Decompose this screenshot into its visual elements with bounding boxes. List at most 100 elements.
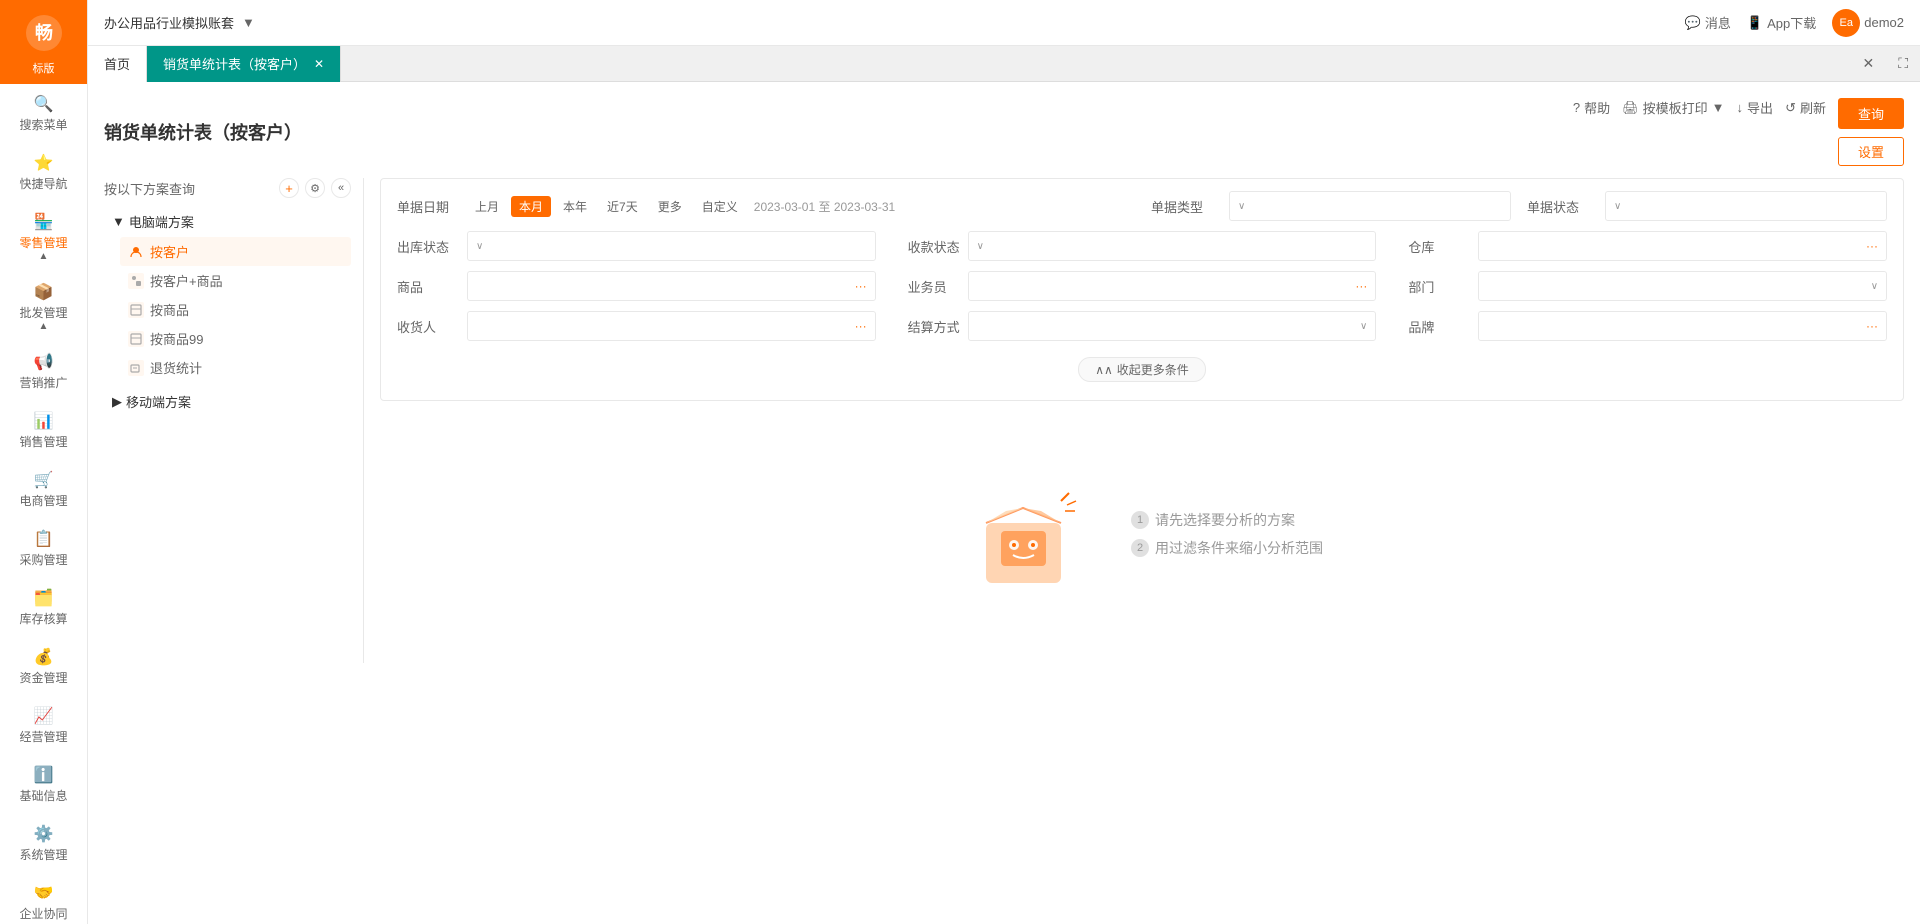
sidebar-item-retail[interactable]: 🏪 零售管理 ▲ bbox=[0, 202, 87, 272]
retail-icon: 🏪 bbox=[4, 212, 83, 232]
sidebar-item-purchase[interactable]: 📋 采购管理 bbox=[0, 519, 87, 578]
status-dropdown-icon: ∨ bbox=[1614, 201, 1621, 212]
content-layout: 按以下方案查询 + ⚙ « ▼ 电脑端方案 bbox=[104, 178, 1904, 663]
logo[interactable]: 畅 标版 bbox=[0, 0, 88, 84]
by-customer-goods-label: 按客户+商品 bbox=[150, 271, 223, 290]
empty-svg bbox=[961, 473, 1091, 603]
filter-row-1: 单据日期 上月 本月 本年 近7天 更多 自定义 2023-03-01 至 20… bbox=[397, 191, 1887, 221]
quick-nav-icon: ⭐ bbox=[4, 153, 83, 173]
messages-btn[interactable]: 💬 消息 bbox=[1685, 13, 1731, 32]
tree-children-desktop: 按客户 按客户+商品 按商品 bbox=[104, 237, 351, 382]
desktop-schemes-group[interactable]: ▼ 电脑端方案 bbox=[104, 206, 351, 237]
goods-field[interactable]: ··· bbox=[467, 271, 876, 301]
salesman-field[interactable]: ··· bbox=[968, 271, 1377, 301]
print-btn[interactable]: 🖨 按模板打印 ▼ bbox=[1622, 98, 1724, 117]
empty-tip-1: 1 请先选择要分析的方案 bbox=[1131, 510, 1323, 530]
dept-label: 部门 bbox=[1408, 277, 1478, 296]
sidebar-item-system[interactable]: ⚙️ 系统管理 bbox=[0, 814, 87, 873]
query-settings-btns: 查询 设置 bbox=[1838, 98, 1904, 166]
refresh-btn[interactable]: ↺ 刷新 bbox=[1785, 98, 1826, 117]
sidebar-label-inventory: 库存核算 bbox=[4, 610, 83, 627]
sidebar-label-marketing: 营销推广 bbox=[4, 374, 83, 391]
sidebar-label-basic: 基础信息 bbox=[4, 787, 83, 804]
query-button[interactable]: 查询 bbox=[1838, 98, 1904, 129]
collapse-btn[interactable]: ∧∧ 收起更多条件 bbox=[1078, 357, 1206, 382]
tree-item-by-customer[interactable]: 按客户 bbox=[120, 237, 351, 266]
user-avatar-area[interactable]: Ea demo2 bbox=[1832, 9, 1904, 37]
tab-close-icon[interactable]: ✕ bbox=[314, 57, 324, 71]
tip-text-1: 请先选择要分析的方案 bbox=[1155, 510, 1295, 530]
sidebar-item-sales[interactable]: 📊 销售管理 bbox=[0, 401, 87, 460]
tab-close-all-icon[interactable]: ✕ bbox=[1850, 55, 1886, 72]
sidebar-label-quick-nav: 快捷导航 bbox=[4, 175, 83, 192]
date-btn-last-month[interactable]: 上月 bbox=[467, 196, 507, 217]
tree-item-by-customer-goods[interactable]: 按客户+商品 bbox=[120, 266, 351, 295]
operations-icon: 📈 bbox=[4, 706, 83, 726]
filter-section: 单据日期 上月 本月 本年 近7天 更多 自定义 2023-03-01 至 20… bbox=[380, 178, 1904, 401]
status-field[interactable]: ∨ bbox=[1605, 191, 1887, 221]
tree-item-by-goods[interactable]: 按商品 bbox=[120, 295, 351, 324]
navbar-right: 💬 消息 📱 App下载 Ea demo2 bbox=[1685, 9, 1904, 37]
receiver-dots: ··· bbox=[855, 319, 867, 333]
brand-field[interactable]: ··· bbox=[1478, 311, 1887, 341]
purchase-icon: 📋 bbox=[4, 529, 83, 549]
mobile-schemes-group[interactable]: ▶ 移动端方案 bbox=[104, 386, 351, 417]
sidebar-item-marketing[interactable]: 📢 营销推广 bbox=[0, 342, 87, 401]
by-goods99-label: 按商品99 bbox=[150, 329, 203, 348]
by-goods-label: 按商品 bbox=[150, 300, 189, 319]
collapse-panel-btn[interactable]: « bbox=[331, 178, 351, 198]
pay-status-field[interactable]: ∨ bbox=[968, 231, 1377, 261]
date-btn-custom[interactable]: 自定义 bbox=[694, 196, 746, 217]
receiver-label: 收货人 bbox=[397, 317, 467, 336]
left-panel-title-text: 按以下方案查询 bbox=[104, 179, 195, 198]
settings-button[interactable]: 设置 bbox=[1838, 137, 1904, 166]
app-download-btn[interactable]: 📱 App下载 bbox=[1747, 13, 1816, 32]
sidebar-label-search-menu: 搜索菜单 bbox=[4, 116, 83, 133]
type-field[interactable]: ∨ bbox=[1229, 191, 1511, 221]
receiver-field[interactable]: ··· bbox=[467, 311, 876, 341]
date-btn-7days[interactable]: 近7天 bbox=[599, 196, 646, 217]
date-btn-this-year[interactable]: 本年 bbox=[555, 196, 595, 217]
sidebar-item-quick-nav[interactable]: ⭐ 快捷导航 bbox=[0, 143, 87, 202]
type-filter-cell: 单据类型 ∨ bbox=[1151, 191, 1511, 221]
sidebar-item-finance[interactable]: 💰 资金管理 bbox=[0, 637, 87, 696]
warehouse-field[interactable]: ··· bbox=[1478, 231, 1887, 261]
help-btn[interactable]: ? 帮助 bbox=[1573, 98, 1610, 117]
tab-home[interactable]: 首页 bbox=[88, 46, 147, 82]
empty-state: 1 请先选择要分析的方案 2 用过滤条件来缩小分析范围 bbox=[961, 473, 1323, 603]
sidebar-item-search-menu[interactable]: 🔍 搜索菜单 bbox=[0, 84, 87, 143]
tab-sales-stats[interactable]: 销货单统计表（按客户） ✕ bbox=[147, 46, 341, 82]
tree-item-return-stats[interactable]: 退货统计 bbox=[120, 353, 351, 382]
export-btn[interactable]: ↓ 导出 bbox=[1737, 98, 1774, 117]
collapse-up-icon: ∧∧ bbox=[1095, 363, 1113, 377]
out-status-field[interactable]: ∨ bbox=[467, 231, 876, 261]
help-icon: ? bbox=[1573, 100, 1580, 115]
tree-item-by-goods99[interactable]: 按商品99 bbox=[120, 324, 351, 353]
page-title-row: 销货单统计表（按客户） ? 帮助 🖨 按模板打印 ▼ ↓ 导出 bbox=[104, 98, 1904, 166]
system-icon: ⚙️ bbox=[4, 824, 83, 844]
date-btn-this-month[interactable]: 本月 bbox=[511, 196, 551, 217]
sidebar-item-operations[interactable]: 📈 经营管理 bbox=[0, 696, 87, 755]
payment-field[interactable]: ∨ bbox=[968, 311, 1377, 341]
tab-sales-stats-label: 销货单统计表（按客户） bbox=[163, 54, 306, 73]
sidebar-item-wholesale[interactable]: 📦 批发管理 ▲ bbox=[0, 272, 87, 342]
navbar-dropdown-icon[interactable]: ▼ bbox=[242, 15, 255, 30]
app-label: App下载 bbox=[1767, 13, 1816, 32]
dept-field[interactable]: ∨ bbox=[1478, 271, 1887, 301]
collapse-row: ∧∧ 收起更多条件 bbox=[397, 351, 1887, 388]
tabbar-right: ✕ ⛶ bbox=[1850, 55, 1920, 72]
sidebar-item-inventory[interactable]: 🗂️ 库存核算 bbox=[0, 578, 87, 637]
sidebar-label-operations: 经营管理 bbox=[4, 728, 83, 745]
tab-maximize-icon[interactable]: ⛶ bbox=[1886, 55, 1920, 72]
status-label: 单据状态 bbox=[1527, 197, 1597, 216]
tip-text-2: 用过滤条件来缩小分析范围 bbox=[1155, 538, 1323, 558]
add-scheme-btn[interactable]: + bbox=[279, 178, 299, 198]
sidebar-label-ecommerce: 电商管理 bbox=[4, 492, 83, 509]
settings-scheme-btn[interactable]: ⚙ bbox=[305, 178, 325, 198]
filter-row-2: 出库状态 ∨ 收款状态 ∨ 仓库 ··· bbox=[397, 231, 1887, 261]
sidebar-item-enterprise-co[interactable]: 🤝 企业协同 bbox=[0, 873, 87, 924]
sidebar-item-basic[interactable]: ℹ️ 基础信息 bbox=[0, 755, 87, 814]
top-navbar: 办公用品行业模拟账套 ▼ 💬 消息 📱 App下载 Ea demo2 bbox=[88, 0, 1920, 46]
sidebar-item-ecommerce[interactable]: 🛒 电商管理 bbox=[0, 460, 87, 519]
date-btn-more[interactable]: 更多 bbox=[650, 196, 690, 217]
